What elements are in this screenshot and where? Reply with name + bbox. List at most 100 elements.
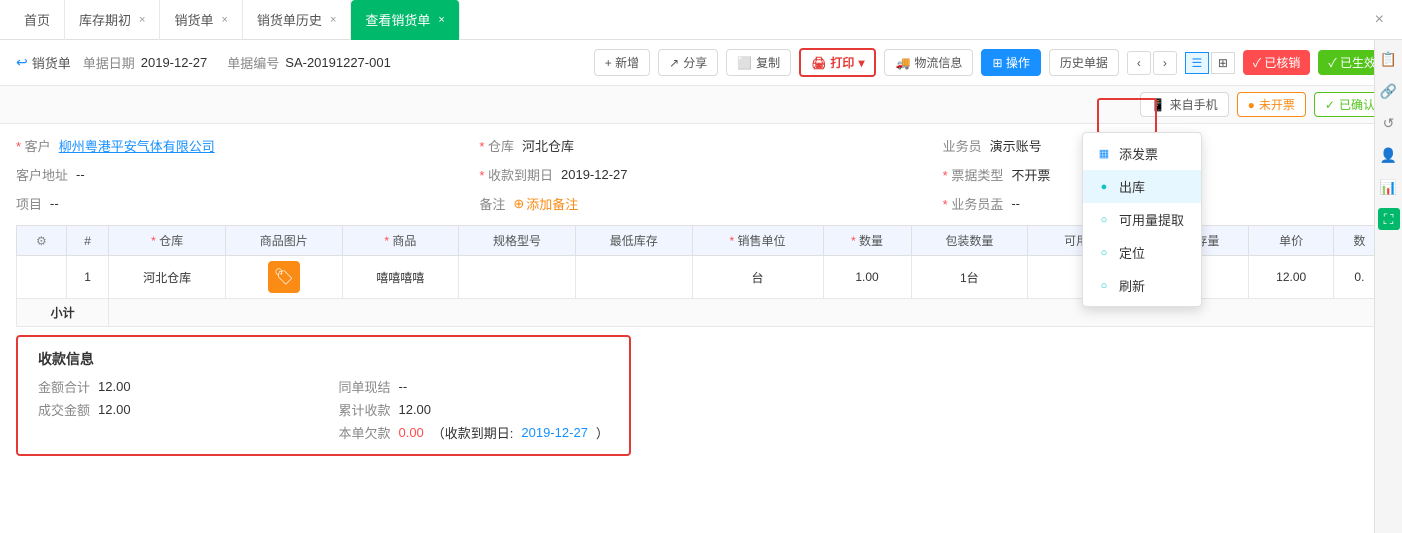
row-min-stock <box>575 256 692 299</box>
from-phone-btn[interactable]: 📱 来自手机 <box>1140 92 1229 117</box>
logistics-icon: 🚚 <box>895 56 910 70</box>
row-qty: 1.00 <box>823 256 911 299</box>
col-min-stock: 最低库存 <box>575 226 692 256</box>
doc-header: ↩ 销货单 单据日期 2019-12-27 单据编号 SA-20191227-0… <box>0 40 1402 86</box>
dropdown-add-invoice[interactable]: ▦ 添发票 <box>1083 137 1201 170</box>
tab-sales-order[interactable]: 销货单 × <box>160 0 242 40</box>
outstanding-label: 本单欠款 <box>338 423 390 442</box>
tab-view-sales[interactable]: 查看销货单 × <box>351 0 459 40</box>
tab-bar-close[interactable]: × <box>1367 11 1392 29</box>
sidebar-icon-refresh[interactable]: ↺ <box>1378 112 1400 134</box>
history-button[interactable]: 历史单据 <box>1049 49 1119 76</box>
project-value: -- <box>50 196 59 211</box>
img-icon: 🏷 <box>274 267 294 287</box>
doc-meta: 单据日期 2019-12-27 单据编号 SA-20191227-001 <box>83 53 391 72</box>
nav-arrows: ‹ › <box>1127 51 1177 75</box>
available-qty-label: 可用量提取 <box>1119 210 1184 229</box>
view-grid[interactable]: ⊞ <box>1211 52 1235 74</box>
cumulative-row: 累计收款 12.00 <box>338 400 608 419</box>
tab-home[interactable]: 首页 <box>10 0 65 40</box>
not-opened-icon: ● <box>1248 98 1255 112</box>
doc-date-label: 单据日期 <box>83 53 135 72</box>
add-invoice-label: 添发票 <box>1119 144 1158 163</box>
operation-label: 操作 <box>1006 56 1030 70</box>
doc-type: ↩ 销货单 <box>16 53 71 72</box>
warehouse-value: 河北仓库 <box>522 136 574 155</box>
warehouse-row: 仓库 河北仓库 <box>479 136 922 155</box>
doc-header-left: ↩ 销货单 单据日期 2019-12-27 单据编号 SA-20191227-0… <box>16 53 391 72</box>
tab-sales-order-close[interactable]: × <box>221 14 227 26</box>
doc-type-icon: ↩ <box>16 54 28 71</box>
tab-inventory-init[interactable]: 库存期初 × <box>65 0 160 40</box>
dropdown-locate[interactable]: ○ 定位 <box>1083 236 1201 269</box>
sidebar-icon-chart[interactable]: 📊 <box>1378 176 1400 198</box>
doc-number-item: 单据编号 SA-20191227-001 <box>227 53 391 72</box>
tab-sales-history[interactable]: 销货单历史 × <box>243 0 351 40</box>
note-row: 备注 ⊕ 添加备注 <box>479 194 922 213</box>
print-icon: 🖨 <box>811 56 826 70</box>
total-value: 12.00 <box>98 379 131 394</box>
col-qty: 数量 <box>823 226 911 256</box>
not-opened-btn[interactable]: ● 未开票 <box>1237 92 1306 117</box>
nav-prev[interactable]: ‹ <box>1127 51 1151 75</box>
new-button[interactable]: + 新增 <box>594 49 650 76</box>
tab-inventory-init-close[interactable]: × <box>139 14 145 26</box>
add-note-btn[interactable]: ⊕ 添加备注 <box>513 194 578 213</box>
dropdown-refresh[interactable]: ○ 刷新 <box>1083 269 1201 302</box>
print-label: 打印 <box>830 54 854 71</box>
sidebar-icon-doc[interactable]: 📋 <box>1378 48 1400 70</box>
project-row: 项目 -- <box>16 194 459 213</box>
cancelled-button[interactable]: ✓ 已核销 <box>1243 50 1311 75</box>
dropdown-available-qty[interactable]: ○ 可用量提取 <box>1083 203 1201 236</box>
view-list[interactable]: ☰ <box>1185 52 1209 74</box>
same-order-label: 同单现结 <box>338 377 390 396</box>
transaction-value: 12.00 <box>98 402 131 417</box>
project-label: 项目 <box>16 194 42 213</box>
col-price: 单价 <box>1249 226 1333 256</box>
tab-home-label: 首页 <box>24 10 50 29</box>
print-dropdown-icon: ▾ <box>858 56 864 70</box>
sidebar-icon-expand[interactable]: ⛶ <box>1378 208 1400 230</box>
nav-next[interactable]: › <box>1153 51 1177 75</box>
refresh-icon: ○ <box>1097 279 1111 293</box>
available-qty-icon: ○ <box>1097 213 1111 227</box>
doc-header-right: + 新增 ↗ 分享 ⬜ 复制 🖨 打印 ▾ 🚚 物流信息 <box>594 48 1386 77</box>
tab-sales-history-close[interactable]: × <box>330 14 336 26</box>
payment-info-grid: 金额合计 12.00 成交金额 12.00 同单现结 -- 累计收款 <box>38 377 609 442</box>
print-button[interactable]: 🖨 打印 ▾ <box>799 48 876 77</box>
row-warehouse: 河北仓库 <box>109 256 226 299</box>
add-invoice-icon: ▦ <box>1097 147 1111 161</box>
due-date-note: 2019-12-27 <box>521 425 588 440</box>
due-date-value: 2019-12-27 <box>561 167 628 182</box>
salesperson2-value: -- <box>1011 196 1020 211</box>
operation-button[interactable]: ⊞ 操作 <box>981 49 1040 76</box>
sidebar-icon-user[interactable]: 👤 <box>1378 144 1400 166</box>
customer-row: 客户 柳州粤港平安气体有限公司 <box>16 136 459 155</box>
col-unit: 销售单位 <box>692 226 823 256</box>
payment-info-title: 收款信息 <box>38 349 609 369</box>
share-button[interactable]: ↗ 分享 <box>658 49 718 76</box>
copy-button[interactable]: ⬜ 复制 <box>726 49 791 76</box>
address-row: 客户地址 -- <box>16 165 459 184</box>
phone-icon: 📱 <box>1151 98 1166 112</box>
row-index: 1 <box>66 256 109 299</box>
same-order-row: 同单现结 -- <box>338 377 608 396</box>
logistics-label: 物流信息 <box>914 54 962 71</box>
outstanding-value: 0.00 <box>398 425 423 440</box>
sidebar-icon-link[interactable]: 🔗 <box>1378 80 1400 102</box>
outstanding-row: 本单欠款 0.00 （收款到期日: 2019-12-27 ） <box>338 423 608 442</box>
ticket-type-value: 不开票 <box>1011 165 1050 184</box>
customer-value[interactable]: 柳州粤港平安气体有限公司 <box>59 136 215 155</box>
tab-view-sales-close[interactable]: × <box>438 14 444 26</box>
product-img: 🏷 <box>268 261 300 293</box>
doc-date-item: 单据日期 2019-12-27 <box>83 53 208 72</box>
doc-number-label: 单据编号 <box>227 53 279 72</box>
outbound-label: 出库 <box>1119 177 1145 196</box>
col-settings[interactable]: ⚙ <box>17 226 67 256</box>
dropdown-outbound[interactable]: ● 出库 <box>1083 170 1201 203</box>
col-image: 商品图片 <box>225 226 342 256</box>
salesperson-value: 演示账号 <box>990 136 1042 155</box>
logistics-button[interactable]: 🚚 物流信息 <box>884 49 973 76</box>
payment-right: 同单现结 -- 累计收款 12.00 本单欠款 0.00 （收款到期日: 201… <box>338 377 608 442</box>
refresh-label: 刷新 <box>1119 276 1145 295</box>
